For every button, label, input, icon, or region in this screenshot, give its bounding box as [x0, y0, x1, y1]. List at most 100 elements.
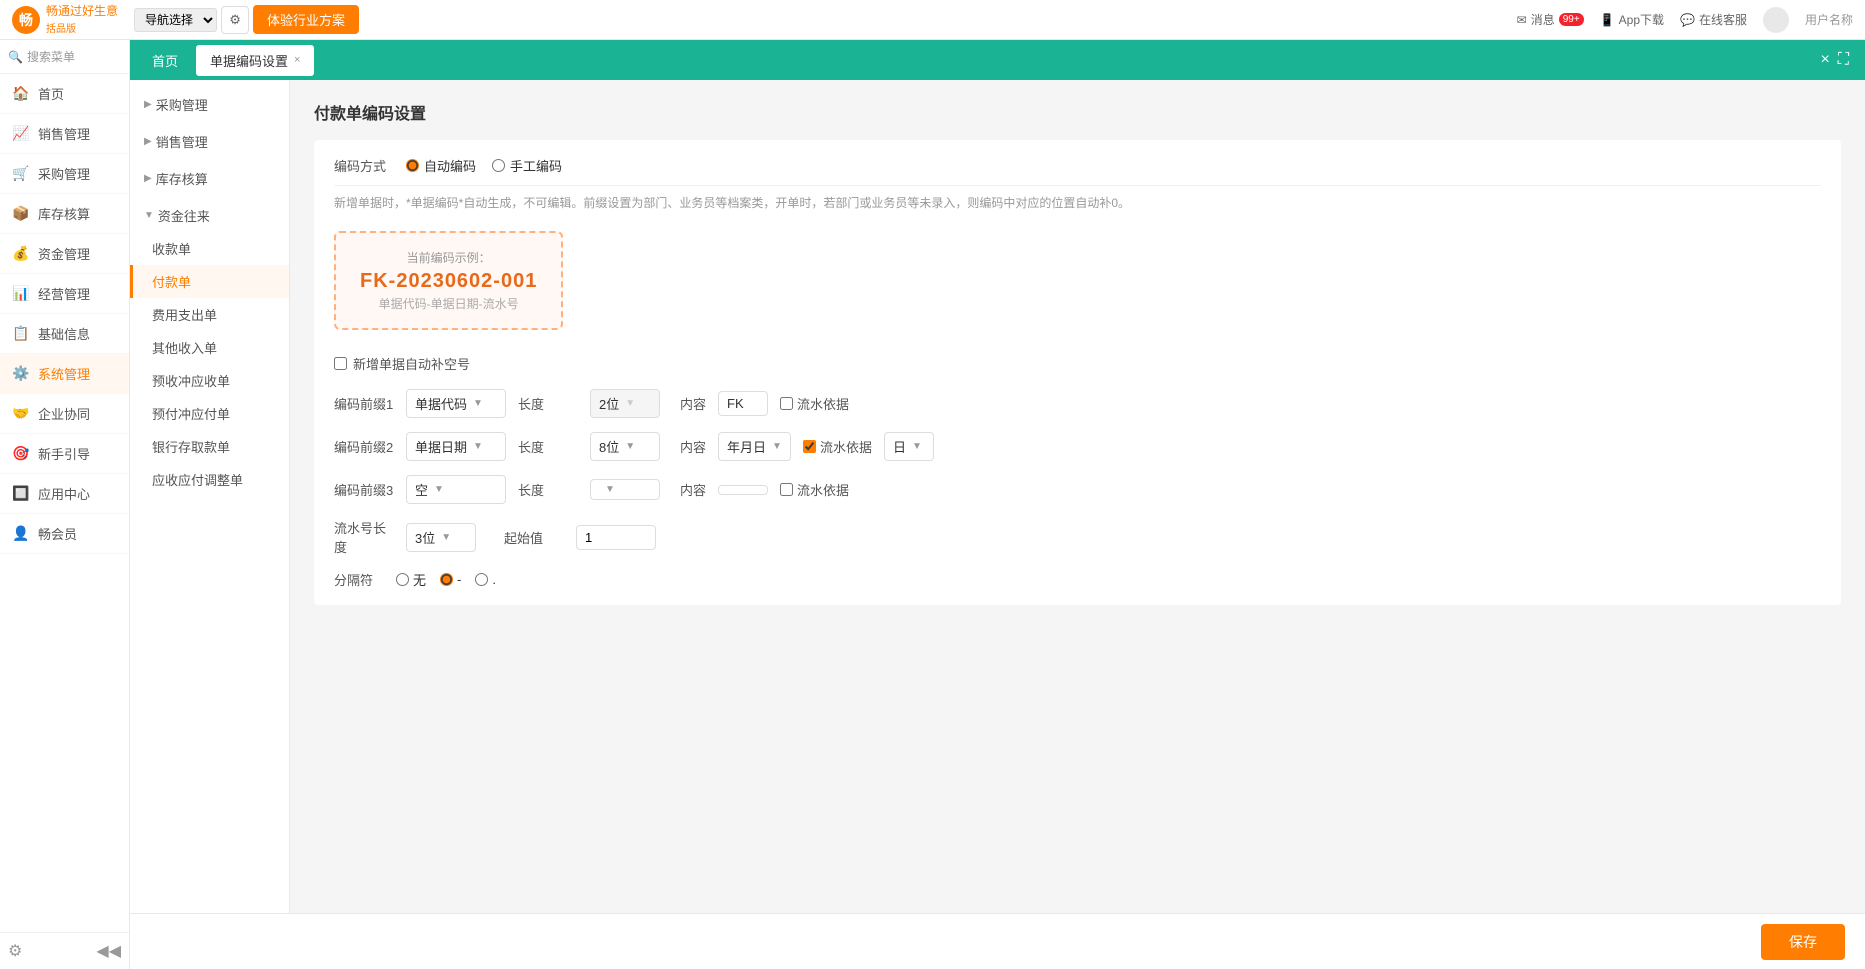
sub-group-purchase-title[interactable]: ▶ 采购管理	[130, 88, 289, 121]
sidebar-item-label: 企业协同	[38, 404, 90, 423]
sub-item-payments[interactable]: 付款单	[130, 265, 289, 298]
sidebar-item-label: 系统管理	[38, 364, 90, 383]
top-bar-nav: 导航选择 ⚙ 体验行业方案	[134, 5, 359, 34]
start-value-label: 起始值	[504, 528, 564, 547]
sub-group-sales: ▶ 销售管理	[130, 125, 289, 158]
sidebar-item-apps[interactable]: 🔲 应用中心	[0, 474, 129, 514]
length2-value: 8位	[599, 437, 619, 456]
sep-dot-radio[interactable]	[475, 573, 488, 586]
save-button[interactable]: 保存	[1761, 924, 1845, 960]
logo: 畅 畅通过好生意 括品版	[12, 4, 118, 35]
sidebar-item-guide[interactable]: 🎯 新手引导	[0, 434, 129, 474]
prefix3-label: 编码前缀3	[334, 480, 394, 499]
top-bar: 畅 畅通过好生意 括品版 导航选择 ⚙ 体验行业方案 ✉ 消息 99+ 📱 Ap…	[0, 0, 1865, 40]
sidebar-item-sales[interactable]: 📈 销售管理	[0, 114, 129, 154]
sub-item-income[interactable]: 其他收入单	[130, 331, 289, 364]
follow-water2-checkbox[interactable]	[803, 440, 816, 453]
message-btn[interactable]: ✉ 消息 99+	[1517, 11, 1584, 28]
tab-encoding[interactable]: 单据编码设置 ×	[196, 45, 314, 76]
prefix3-select[interactable]: 空 ▼	[406, 475, 506, 504]
hint-text: 新增单据时，*单据编码*自动生成，不可编辑。前缀设置为部门、业务员等档案类，开单…	[334, 194, 1821, 213]
tab-home[interactable]: 首页	[138, 45, 192, 76]
prefix1-label: 编码前缀1	[334, 394, 394, 413]
dropdown-arrow8-icon: ▼	[441, 532, 451, 543]
sub-item-pre-payment[interactable]: 预付冲应付单	[130, 397, 289, 430]
auto-code-option[interactable]: 自动编码	[406, 156, 476, 175]
code-preview-value: FK-20230602-001	[360, 270, 537, 293]
online-service-btn[interactable]: 💬 在线客服	[1680, 11, 1747, 28]
auto-code-radio[interactable]	[406, 159, 419, 172]
experience-btn[interactable]: 体验行业方案	[253, 5, 359, 34]
tab-close-icon[interactable]: ×	[294, 54, 300, 66]
sub-item-pre-receipt[interactable]: 预收冲应收单	[130, 364, 289, 397]
tab-bar-close-btn[interactable]: ×	[1820, 51, 1829, 69]
sidebar-item-finance[interactable]: 💰 资金管理	[0, 234, 129, 274]
sub-item-bank[interactable]: 银行存取款单	[130, 430, 289, 463]
sub-group-inventory-title[interactable]: ▶ 库存核算	[130, 162, 289, 195]
content2-select[interactable]: 年月日 ▼	[718, 432, 791, 461]
app-icon: 📱	[1600, 13, 1615, 27]
nav-dropdown[interactable]: 导航选择	[134, 8, 217, 32]
sidebar-item-label: 应用中心	[38, 484, 90, 503]
auto-fill-checkbox[interactable]	[334, 357, 347, 370]
prefix3-value: 空	[415, 480, 428, 499]
auto-fill-label: 新增单据自动补空号	[353, 354, 470, 373]
sidebar-item-label: 首页	[38, 84, 64, 103]
sep-dash-option[interactable]: -	[440, 572, 461, 587]
settings-gear-btn[interactable]: ⚙	[221, 6, 249, 34]
sidebar-item-system[interactable]: ⚙️ 系统管理	[0, 354, 129, 394]
sidebar-search[interactable]: 🔍 搜索菜单	[0, 40, 129, 74]
basic-icon: 📋	[12, 325, 30, 343]
sidebar-item-basic[interactable]: 📋 基础信息	[0, 314, 129, 354]
prefix1-select[interactable]: 单据代码 ▼	[406, 389, 506, 418]
sidebar-item-label: 基础信息	[38, 324, 90, 343]
start-value-input[interactable]	[576, 525, 656, 550]
length2-label: 长度	[518, 437, 578, 456]
sidebar-item-vip[interactable]: 👤 畅会员	[0, 514, 129, 554]
settings-content: 付款单编码设置 编码方式 自动编码 手工编码	[290, 80, 1865, 913]
sep-none-option[interactable]: 无	[396, 570, 426, 589]
logo-sub: 括品版	[46, 20, 118, 35]
sidebar-item-label: 经营管理	[38, 284, 90, 303]
sep-dash-radio[interactable]	[440, 573, 453, 586]
dropdown-arrow2-icon: ▼	[473, 441, 483, 452]
manual-code-radio[interactable]	[492, 159, 505, 172]
sidebar-item-enterprise[interactable]: 🤝 企业协同	[0, 394, 129, 434]
follow-water1-checkbox[interactable]	[780, 397, 793, 410]
sidebar-item-home[interactable]: 🏠 首页	[0, 74, 129, 114]
sep-dot-option[interactable]: .	[475, 572, 496, 587]
length3-select[interactable]: ▼	[590, 479, 660, 500]
day-select[interactable]: 日 ▼	[884, 432, 934, 461]
app-download-btn[interactable]: 📱 App下载	[1600, 11, 1664, 28]
user-avatar[interactable]	[1763, 7, 1789, 33]
dropdown-arrow3-icon: ▼	[625, 441, 635, 452]
collapse-btn[interactable]: ◀◀	[96, 941, 121, 961]
sep-none-radio[interactable]	[396, 573, 409, 586]
content3-label: 内容	[680, 480, 706, 499]
sub-item-adjustment[interactable]: 应收应付调整单	[130, 463, 289, 496]
sub-item-expenses[interactable]: 费用支出单	[130, 298, 289, 331]
top-bar-right: ✉ 消息 99+ 📱 App下载 💬 在线客服 用户名称	[1517, 7, 1853, 33]
content2-value: 年月日	[727, 437, 766, 456]
sep-none-label: 无	[413, 570, 426, 589]
tab-bar-right: × ⛶	[1820, 51, 1857, 69]
water-length-select[interactable]: 3位 ▼	[406, 523, 476, 552]
length2-select[interactable]: 8位 ▼	[590, 432, 660, 461]
sidebar-item-operation[interactable]: 📊 经营管理	[0, 274, 129, 314]
settings-bottom-btn[interactable]: ⚙	[8, 941, 22, 961]
content2-label: 内容	[680, 437, 706, 456]
sidebar-item-inventory[interactable]: 📦 库存核算	[0, 194, 129, 234]
bottom-bar: 保存	[130, 913, 1865, 969]
code-preview-sub: 单据代码-单据日期-流水号	[360, 295, 537, 312]
prefix2-select[interactable]: 单据日期 ▼	[406, 432, 506, 461]
follow-water3-label: 流水依据	[797, 480, 849, 499]
follow-water3-checkbox[interactable]	[780, 483, 793, 496]
sub-group-fund-title[interactable]: ▼ 资金往来	[130, 199, 289, 232]
sidebar-item-purchase[interactable]: 🛒 采购管理	[0, 154, 129, 194]
sub-item-receipts[interactable]: 收款单	[130, 232, 289, 265]
search-label: 搜索菜单	[27, 48, 75, 65]
message-label: 消息	[1531, 11, 1555, 28]
manual-code-option[interactable]: 手工编码	[492, 156, 562, 175]
sub-group-sales-title[interactable]: ▶ 销售管理	[130, 125, 289, 158]
tab-bar-fullscreen-btn[interactable]: ⛶	[1838, 51, 1849, 69]
